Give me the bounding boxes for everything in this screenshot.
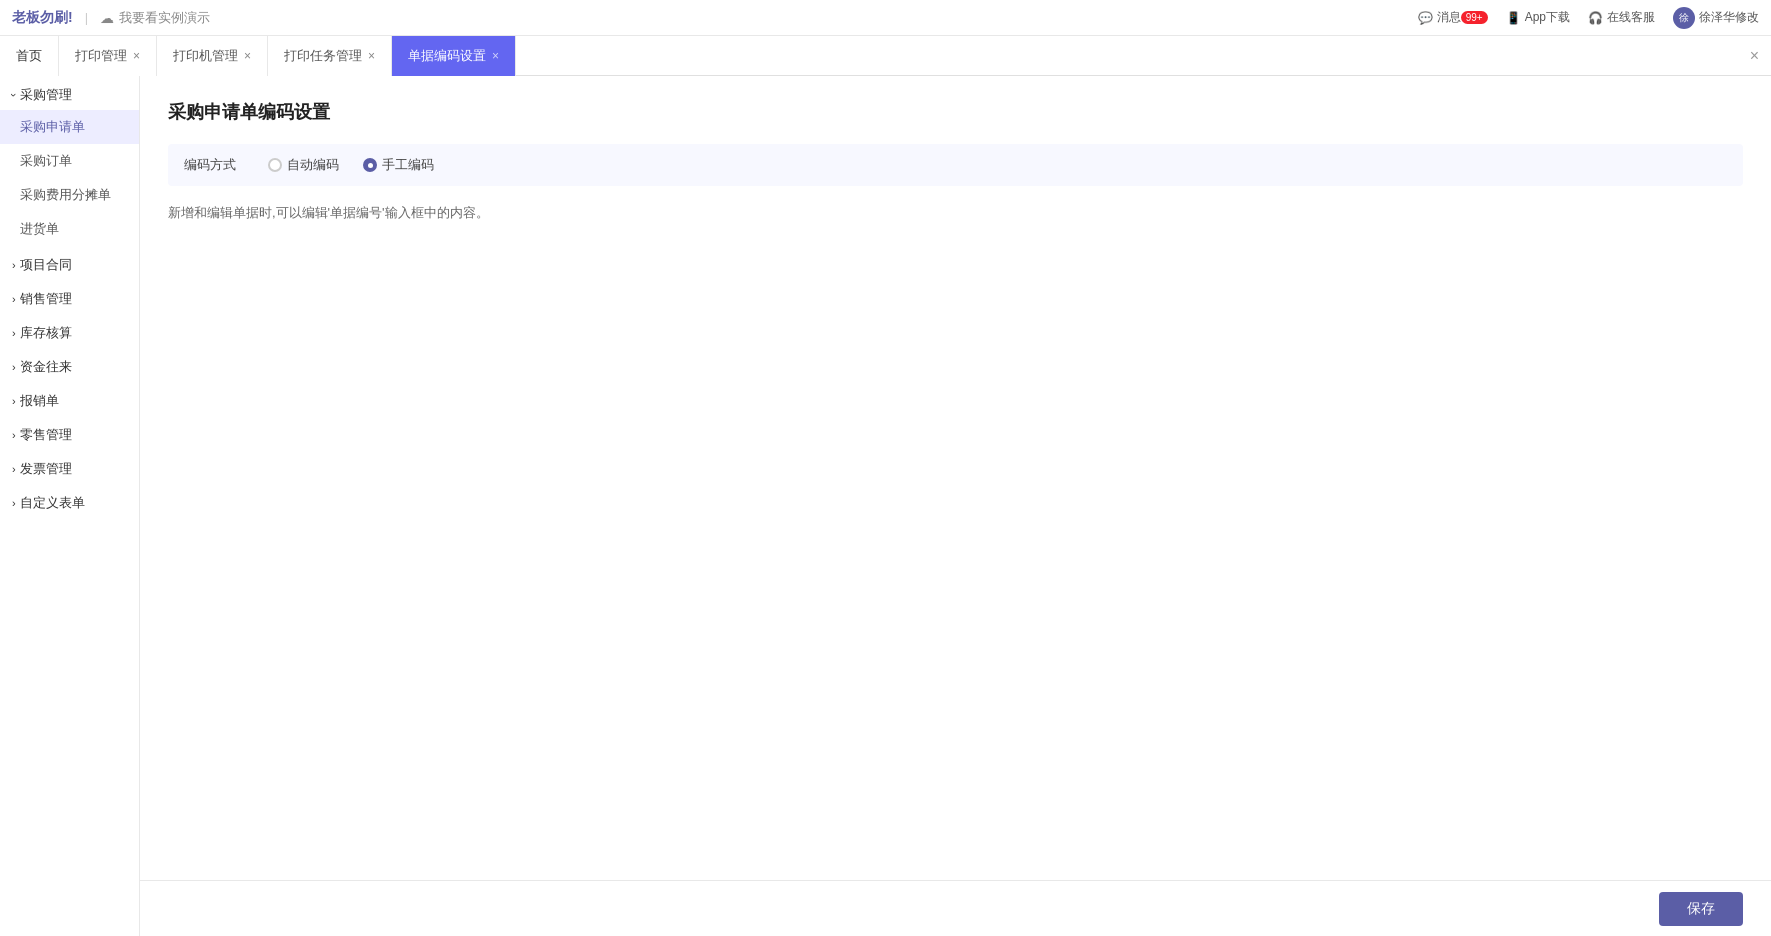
logo: 老板勿刷! xyxy=(12,9,73,27)
tab-print-task-mgmt-close[interactable]: × xyxy=(368,49,375,63)
sidebar-group-purchase-mgmt[interactable]: › 采购管理 xyxy=(0,76,139,110)
tab-barcode-setting[interactable]: 单据编码设置 × xyxy=(392,36,516,76)
tab-print-task-mgmt[interactable]: 打印任务管理 × xyxy=(268,36,392,76)
sidebar-group-project-contract[interactable]: › 项目合同 xyxy=(0,246,139,280)
sidebar-item-purchase-order[interactable]: 采购订单 xyxy=(0,144,139,178)
sidebar-group-funds-label: 资金往来 xyxy=(20,358,72,376)
top-bar-search[interactable]: ☁ 我要看实例演示 xyxy=(100,9,210,27)
chevron-right-icon-custom: › xyxy=(12,497,16,509)
app-download-label: App下载 xyxy=(1525,9,1570,26)
auto-code-label: 自动编码 xyxy=(287,156,339,174)
sidebar-group-custom-forms-label: 自定义表单 xyxy=(20,494,85,512)
tab-bar: 首页 打印管理 × 打印机管理 × 打印任务管理 × 单据编码设置 × × xyxy=(0,36,1771,76)
encoding-label: 编码方式 xyxy=(184,156,236,174)
sidebar-group-funds[interactable]: › 资金往来 xyxy=(0,348,139,382)
tab-printer-mgmt-label: 打印机管理 xyxy=(173,47,238,65)
service-icon: 🎧 xyxy=(1588,11,1603,25)
sidebar-item-goods-receipt[interactable]: 进货单 xyxy=(0,212,139,246)
online-service-label: 在线客服 xyxy=(1607,9,1655,26)
tab-print-mgmt-label: 打印管理 xyxy=(75,47,127,65)
sidebar-group-returns[interactable]: › 报销单 xyxy=(0,382,139,416)
layout: › 采购管理 采购申请单 采购订单 采购费用分摊单 进货单 › 项目合同 › 销 xyxy=(0,76,1771,936)
message-icon: 💬 xyxy=(1418,11,1433,25)
tab-barcode-setting-label: 单据编码设置 xyxy=(408,47,486,65)
app-download-button[interactable]: 📱 App下载 xyxy=(1506,9,1570,26)
manual-code-label: 手工编码 xyxy=(382,156,434,174)
tab-bar-close-button[interactable]: × xyxy=(1750,47,1771,65)
sidebar-item-purchase-request[interactable]: 采购申请单 xyxy=(0,110,139,144)
chevron-right-icon-retail: › xyxy=(12,429,16,441)
sidebar-group-purchase-mgmt-label: 采购管理 xyxy=(20,86,72,104)
sidebar-group-sales-mgmt-label: 销售管理 xyxy=(20,290,72,308)
chevron-down-icon: › xyxy=(8,93,20,97)
top-bar-left: 老板勿刷! | ☁ 我要看实例演示 xyxy=(12,9,210,27)
cloud-icon: ☁ xyxy=(100,10,114,26)
sidebar-group-project-contract-label: 项目合同 xyxy=(20,256,72,274)
tab-home[interactable]: 首页 xyxy=(0,36,59,76)
tab-print-mgmt[interactable]: 打印管理 × xyxy=(59,36,157,76)
tab-printer-mgmt-close[interactable]: × xyxy=(244,49,251,63)
search-text: 我要看实例演示 xyxy=(119,9,210,27)
save-button[interactable]: 保存 xyxy=(1659,892,1743,926)
tab-barcode-setting-close[interactable]: × xyxy=(492,49,499,63)
online-service-button[interactable]: 🎧 在线客服 xyxy=(1588,9,1655,26)
sidebar-item-goods-receipt-label: 进货单 xyxy=(20,221,59,236)
footer-bar: 保存 xyxy=(140,880,1771,936)
manual-code-radio-circle xyxy=(363,158,377,172)
sidebar-item-purchase-expense-label: 采购费用分摊单 xyxy=(20,187,111,202)
description: 新增和编辑单据时,可以编辑'单据编号'输入框中的内容。 xyxy=(168,204,1743,222)
sidebar-item-purchase-request-label: 采购申请单 xyxy=(20,119,85,134)
content-area: 采购申请单编码设置 编码方式 自动编码 手工编码 新增和编辑单据时,可以编辑'单… xyxy=(140,76,1771,880)
sidebar-group-inventory[interactable]: › 库存核算 xyxy=(0,314,139,348)
message-badge: 99+ xyxy=(1461,11,1488,24)
chevron-right-icon-invoice: › xyxy=(12,463,16,475)
sidebar-group-invoice-mgmt[interactable]: › 发票管理 xyxy=(0,450,139,484)
sidebar-group-returns-label: 报销单 xyxy=(20,392,59,410)
sidebar-item-purchase-order-label: 采购订单 xyxy=(20,153,72,168)
chevron-right-icon-project: › xyxy=(12,259,16,271)
message-label: 消息 xyxy=(1437,9,1461,26)
avatar-icon: 徐 xyxy=(1673,7,1695,29)
sidebar-item-purchase-expense[interactable]: 采购费用分摊单 xyxy=(0,178,139,212)
chevron-right-icon-funds: › xyxy=(12,361,16,373)
sidebar: › 采购管理 采购申请单 采购订单 采购费用分摊单 进货单 › 项目合同 › 销 xyxy=(0,76,140,936)
message-button[interactable]: 💬 消息 99+ xyxy=(1418,9,1488,26)
auto-code-radio-circle xyxy=(268,158,282,172)
top-bar-right: 💬 消息 99+ 📱 App下载 🎧 在线客服 徐 徐泽华修改 xyxy=(1418,7,1759,29)
tab-print-mgmt-close[interactable]: × xyxy=(133,49,140,63)
tab-home-label: 首页 xyxy=(16,47,42,65)
sidebar-group-custom-forms[interactable]: › 自定义表单 xyxy=(0,484,139,518)
download-icon: 📱 xyxy=(1506,11,1521,25)
chevron-right-icon-returns: › xyxy=(12,395,16,407)
auto-code-radio[interactable]: 自动编码 xyxy=(268,156,339,174)
tab-print-task-mgmt-label: 打印任务管理 xyxy=(284,47,362,65)
sidebar-group-invoice-mgmt-label: 发票管理 xyxy=(20,460,72,478)
encoding-row: 编码方式 自动编码 手工编码 xyxy=(168,144,1743,186)
user-menu[interactable]: 徐 徐泽华修改 xyxy=(1673,7,1759,29)
sidebar-group-sales-mgmt[interactable]: › 销售管理 xyxy=(0,280,139,314)
sidebar-group-inventory-label: 库存核算 xyxy=(20,324,72,342)
tab-printer-mgmt[interactable]: 打印机管理 × xyxy=(157,36,268,76)
chevron-right-icon-sales: › xyxy=(12,293,16,305)
chevron-right-icon-inventory: › xyxy=(12,327,16,339)
main-content: 采购申请单编码设置 编码方式 自动编码 手工编码 新增和编辑单据时,可以编辑'单… xyxy=(140,76,1771,936)
sidebar-group-retail-mgmt-label: 零售管理 xyxy=(20,426,72,444)
manual-code-radio[interactable]: 手工编码 xyxy=(363,156,434,174)
user-name: 徐泽华修改 xyxy=(1699,9,1759,26)
top-bar: 老板勿刷! | ☁ 我要看实例演示 💬 消息 99+ 📱 App下载 🎧 在线客… xyxy=(0,0,1771,36)
sidebar-group-retail-mgmt[interactable]: › 零售管理 xyxy=(0,416,139,450)
page-title: 采购申请单编码设置 xyxy=(168,100,1743,124)
sidebar-group-purchase-mgmt-items: 采购申请单 采购订单 采购费用分摊单 进货单 xyxy=(0,110,139,246)
